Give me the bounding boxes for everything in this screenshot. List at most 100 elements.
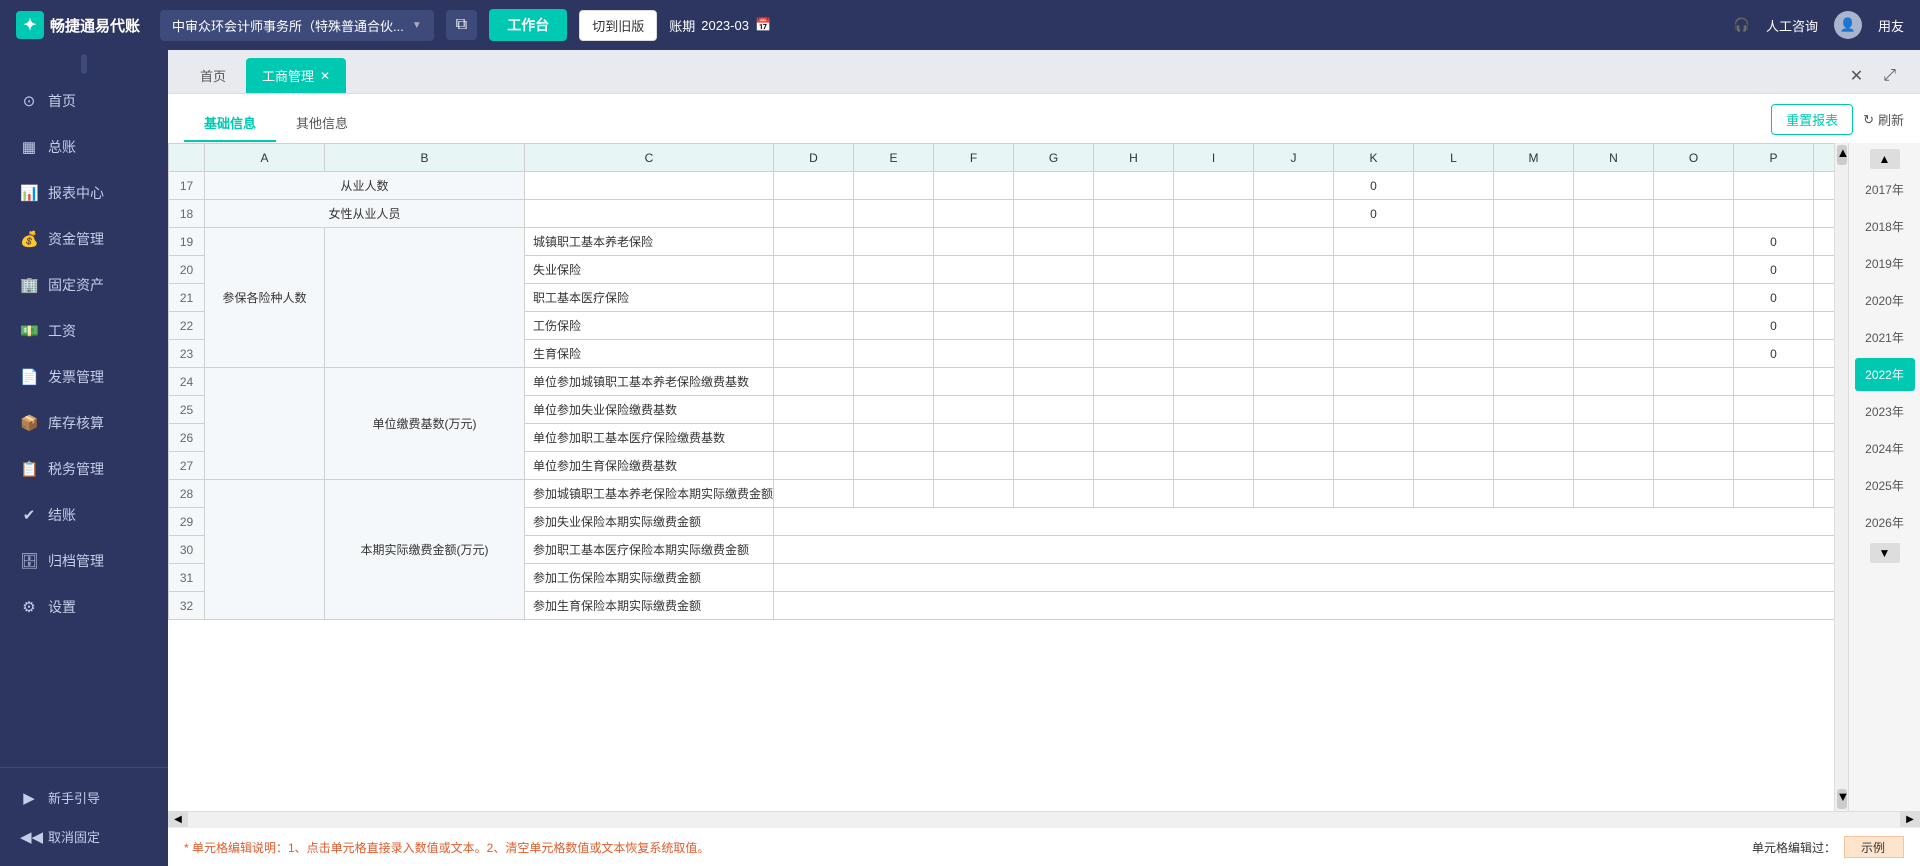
cell-17-d[interactable] (774, 172, 854, 200)
cell-22-j[interactable] (1254, 312, 1334, 340)
cell-21-q[interactable] (1814, 284, 1834, 312)
cell-26-e[interactable] (854, 424, 934, 452)
tab-close-icon[interactable]: ✕ (320, 69, 330, 83)
cell-19-b[interactable] (325, 228, 525, 368)
cell-26-j[interactable] (1254, 424, 1334, 452)
cell-26-f[interactable] (934, 424, 1014, 452)
cell-21-c[interactable]: 职工基本医疗保险 (525, 284, 774, 312)
cell-20-j[interactable] (1254, 256, 1334, 284)
cell-21-i[interactable] (1174, 284, 1254, 312)
cell-19-d[interactable] (774, 228, 854, 256)
cell-26-c[interactable]: 单位参加职工基本医疗保险缴费基数 (525, 424, 774, 452)
cell-18-e[interactable] (854, 200, 934, 228)
sidebar-item-ledger[interactable]: ▦ 总账 (0, 124, 168, 170)
cell-21-k[interactable] (1334, 284, 1414, 312)
col-header-d[interactable]: D (774, 144, 854, 172)
cell-18-a[interactable]: 女性从业人员 (205, 200, 525, 228)
cell-24-j[interactable] (1254, 368, 1334, 396)
cell-22-g[interactable] (1014, 312, 1094, 340)
cell-17-c[interactable] (525, 172, 774, 200)
cell-28-a[interactable] (205, 480, 325, 620)
col-header-k[interactable]: K (1334, 144, 1414, 172)
company-copy-button[interactable]: ⧉ (446, 10, 477, 40)
cell-24-a[interactable] (205, 368, 325, 480)
cell-19-e[interactable] (854, 228, 934, 256)
cell-17-m[interactable] (1494, 172, 1574, 200)
cell-19-m[interactable] (1494, 228, 1574, 256)
cell-21-n[interactable] (1574, 284, 1654, 312)
year-2026[interactable]: 2026年 (1855, 506, 1915, 539)
v-scroll-down[interactable]: ▼ (1837, 789, 1847, 809)
cell-17-h[interactable] (1094, 172, 1174, 200)
cell-18-n[interactable] (1574, 200, 1654, 228)
sheet-scroll[interactable]: A B C D E F G H I J (168, 143, 1834, 811)
cell-21-f[interactable] (934, 284, 1014, 312)
cell-24-e[interactable] (854, 368, 934, 396)
col-header-i[interactable]: I (1174, 144, 1254, 172)
sub-tab-other[interactable]: 其他信息 (276, 105, 368, 142)
cell-23-q[interactable] (1814, 340, 1834, 368)
cell-20-n[interactable] (1574, 256, 1654, 284)
cell-19-o[interactable] (1654, 228, 1734, 256)
col-header-o[interactable]: O (1654, 144, 1734, 172)
cell-24-i[interactable] (1174, 368, 1254, 396)
cell-27-i[interactable] (1174, 452, 1254, 480)
reset-report-button[interactable]: 重置报表 (1771, 104, 1853, 135)
year-2020[interactable]: 2020年 (1855, 284, 1915, 317)
cell-30-rest[interactable] (774, 536, 1834, 564)
cell-18-h[interactable] (1094, 200, 1174, 228)
cell-25-h[interactable] (1094, 396, 1174, 424)
cell-27-p[interactable] (1734, 452, 1814, 480)
cell-17-q[interactable] (1814, 172, 1834, 200)
cell-25-m[interactable] (1494, 396, 1574, 424)
cell-24-f[interactable] (934, 368, 1014, 396)
cell-20-c[interactable]: 失业保险 (525, 256, 774, 284)
cell-23-j[interactable] (1254, 340, 1334, 368)
year-2022[interactable]: 2022年 (1855, 358, 1915, 391)
cell-20-q[interactable] (1814, 256, 1834, 284)
cell-23-m[interactable] (1494, 340, 1574, 368)
cell-28-d[interactable] (774, 480, 854, 508)
company-selector[interactable]: 中审众环会计师事务所（特殊普通合伙... ▼ (160, 10, 434, 41)
cell-28-k[interactable] (1334, 480, 1414, 508)
cell-29-rest[interactable] (774, 508, 1834, 536)
cell-28-e[interactable] (854, 480, 934, 508)
cell-19-g[interactable] (1014, 228, 1094, 256)
cell-22-i[interactable] (1174, 312, 1254, 340)
cell-28-q[interactable] (1814, 480, 1834, 508)
switch-version-button[interactable]: 切到旧版 (579, 10, 657, 41)
col-header-l[interactable]: L (1414, 144, 1494, 172)
sidebar-item-invoice[interactable]: 📄 发票管理 (0, 354, 168, 400)
cell-24-d[interactable] (774, 368, 854, 396)
year-2025[interactable]: 2025年 (1855, 469, 1915, 502)
cell-23-f[interactable] (934, 340, 1014, 368)
col-header-p[interactable]: P (1734, 144, 1814, 172)
cell-26-q[interactable] (1814, 424, 1834, 452)
cell-26-o[interactable] (1654, 424, 1734, 452)
sidebar-item-home[interactable]: ⊙ 首页 (0, 78, 168, 124)
cell-24-m[interactable] (1494, 368, 1574, 396)
cell-19-k[interactable] (1334, 228, 1414, 256)
col-header-j[interactable]: J (1254, 144, 1334, 172)
cell-18-l[interactable] (1414, 200, 1494, 228)
cell-24-b[interactable]: 单位缴费基数(万元) (325, 368, 525, 480)
cell-28-c[interactable]: 参加城镇职工基本养老保险本期实际缴费金额 (525, 480, 774, 508)
cell-27-q[interactable] (1814, 452, 1834, 480)
year-2023[interactable]: 2023年 (1855, 395, 1915, 428)
sidebar-item-assets[interactable]: 🏢 固定资产 (0, 262, 168, 308)
sidebar-item-reports[interactable]: 📊 报表中心 (0, 170, 168, 216)
cell-19-p[interactable]: 0 (1734, 228, 1814, 256)
cell-30-c[interactable]: 参加职工基本医疗保险本期实际缴费金额 (525, 536, 774, 564)
cell-17-g[interactable] (1014, 172, 1094, 200)
cell-27-n[interactable] (1574, 452, 1654, 480)
cell-22-o[interactable] (1654, 312, 1734, 340)
cell-26-p[interactable] (1734, 424, 1814, 452)
col-header-a[interactable]: A (205, 144, 325, 172)
cell-20-k[interactable] (1334, 256, 1414, 284)
col-header-n[interactable]: N (1574, 144, 1654, 172)
cell-25-n[interactable] (1574, 396, 1654, 424)
sidebar-item-inventory[interactable]: 📦 库存核算 (0, 400, 168, 446)
cell-31-c[interactable]: 参加工伤保险本期实际缴费金额 (525, 564, 774, 592)
cell-22-q[interactable] (1814, 312, 1834, 340)
cell-23-h[interactable] (1094, 340, 1174, 368)
